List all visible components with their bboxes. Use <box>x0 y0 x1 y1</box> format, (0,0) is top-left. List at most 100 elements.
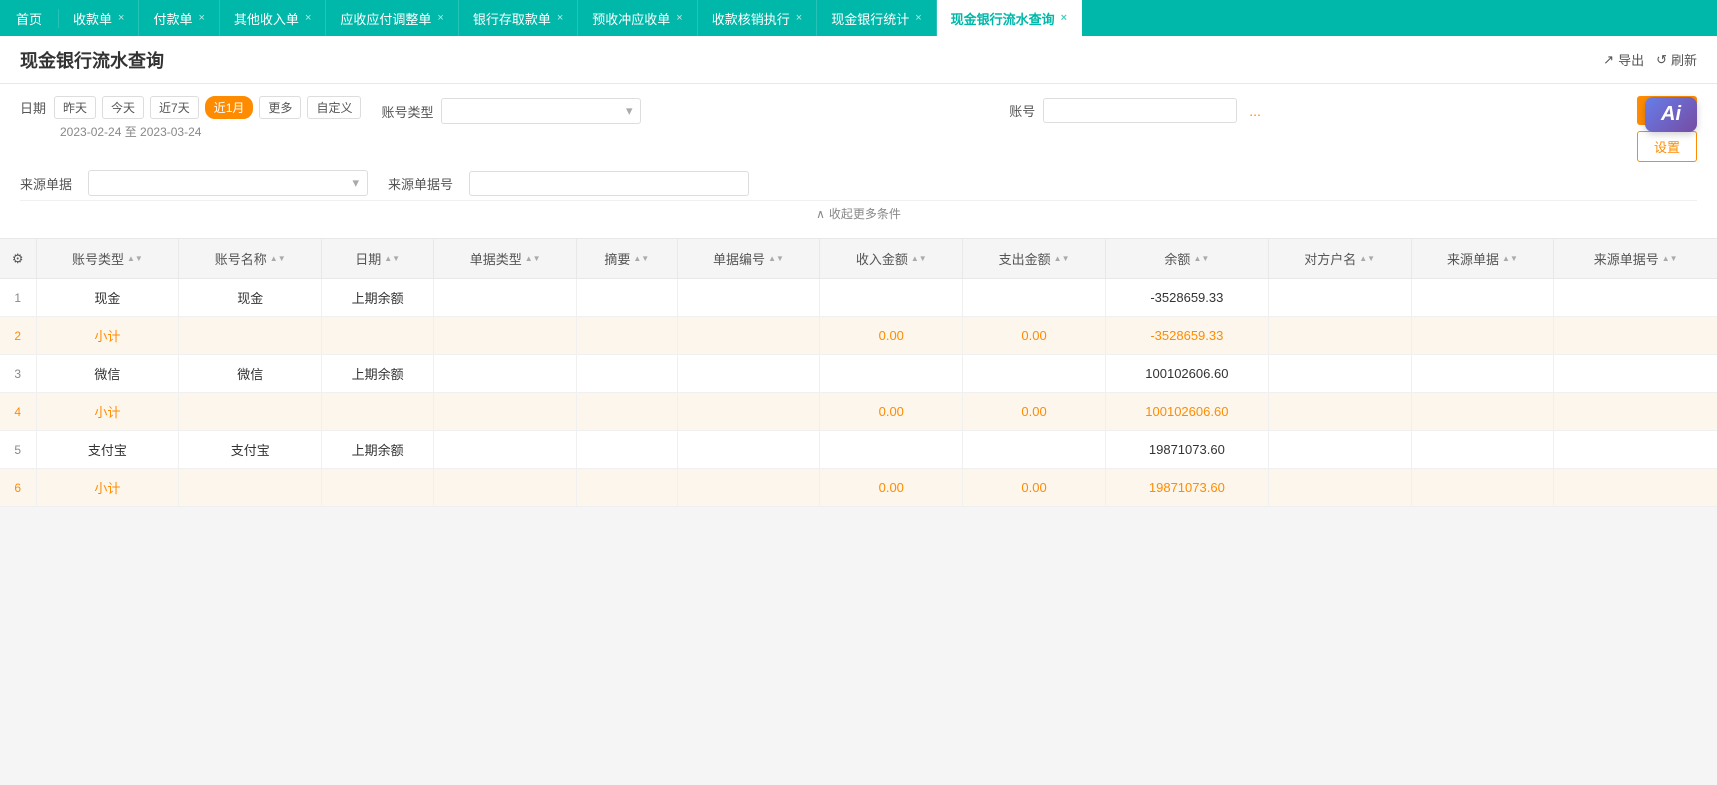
table-cell <box>1411 393 1554 431</box>
close-icon[interactable]: × <box>557 12 563 24</box>
date-range-display: 2023-02-24 至 2023-03-24 <box>60 125 201 139</box>
account-type-select[interactable]: ▾ <box>441 98 641 124</box>
table-cell <box>322 469 434 507</box>
close-icon[interactable]: × <box>305 12 311 24</box>
table-cell <box>179 469 322 507</box>
date-btn-more[interactable]: 更多 <box>259 96 301 119</box>
table-cell: -3528659.33 <box>1105 279 1268 317</box>
close-icon[interactable]: × <box>437 12 443 24</box>
refresh-icon: ↺ <box>1656 52 1667 68</box>
table-cell: 5 <box>0 431 36 469</box>
sort-icon[interactable]: ▲▼ <box>1359 255 1375 263</box>
close-icon[interactable]: × <box>198 12 204 24</box>
close-icon[interactable]: × <box>1061 12 1067 24</box>
table-row[interactable]: 1现金现金上期余额-3528659.33 <box>0 279 1717 317</box>
date-btn-1month[interactable]: 近1月 <box>205 96 254 119</box>
gear-icon[interactable]: ⚙ <box>12 251 24 266</box>
th-source-doc: 来源单据 ▲▼ <box>1411 239 1554 279</box>
table-cell: 支付宝 <box>36 431 179 469</box>
table-cell <box>1411 279 1554 317</box>
ai-badge[interactable]: Ai <box>1645 97 1697 132</box>
table-cell <box>1411 469 1554 507</box>
table-cell: 上期余额 <box>322 355 434 393</box>
table-header-row: ⚙ 账号类型 ▲▼ 账号名称 ▲▼ 日期 <box>0 239 1717 279</box>
date-btn-7days[interactable]: 近7天 <box>150 96 199 119</box>
sort-icon[interactable]: ▲▼ <box>384 255 400 263</box>
sort-icon[interactable]: ▲▼ <box>911 255 927 263</box>
table-cell: 小计 <box>36 469 179 507</box>
account-input[interactable] <box>1043 98 1237 123</box>
table-row[interactable]: 4小计0.000.00100102606.60 <box>0 393 1717 431</box>
source-doc-no-input[interactable] <box>469 171 749 196</box>
nav-item-label: 其他收入单 <box>234 9 299 28</box>
refresh-button[interactable]: ↺ 刷新 <box>1656 50 1697 69</box>
nav-home[interactable]: 首页 <box>0 9 59 28</box>
table-cell: 微信 <box>36 355 179 393</box>
table-row[interactable]: 6小计0.000.0019871073.60 <box>0 469 1717 507</box>
sort-icon[interactable]: ▲▼ <box>1054 255 1070 263</box>
settings-button[interactable]: 设置 <box>1637 131 1697 162</box>
table-cell: 3 <box>0 355 36 393</box>
close-icon[interactable]: × <box>796 12 802 24</box>
close-icon[interactable]: × <box>676 12 682 24</box>
nav-item-prepay[interactable]: 预收冲应收单 × <box>578 0 697 36</box>
table-row[interactable]: 2小计0.000.00-3528659.33 <box>0 317 1717 355</box>
table-cell <box>577 355 678 393</box>
table-cell: 19871073.60 <box>1105 431 1268 469</box>
table-cell: 0.00 <box>820 393 963 431</box>
close-icon[interactable]: × <box>915 12 921 24</box>
dots-button[interactable]: ... <box>1245 103 1265 119</box>
collapse-bar[interactable]: ∧ 收起更多条件 <box>20 200 1697 226</box>
nav-item-stats[interactable]: 现金银行统计 × <box>817 0 936 36</box>
source-doc-label: 来源单据 <box>20 174 72 193</box>
sort-icon[interactable]: ▲▼ <box>1662 255 1678 263</box>
source-doc-no-label: 来源单据号 <box>388 174 453 193</box>
date-btn-today[interactable]: 今天 <box>102 96 144 119</box>
export-icon: ↗ <box>1603 52 1614 68</box>
date-btn-custom[interactable]: 自定义 <box>307 96 361 119</box>
date-label: 日期 <box>20 98 46 117</box>
sort-icon[interactable]: ▲▼ <box>127 255 143 263</box>
table-cell: 小计 <box>36 393 179 431</box>
sort-icon[interactable]: ▲▼ <box>1502 255 1518 263</box>
table-cell <box>1268 469 1411 507</box>
nav-item-adjust[interactable]: 应收应付调整单 × <box>326 0 458 36</box>
table-cell: 现金 <box>36 279 179 317</box>
table-cell: 4 <box>0 393 36 431</box>
table-cell: 19871073.60 <box>1105 469 1268 507</box>
source-doc-select[interactable]: ▾ <box>88 170 368 196</box>
th-doc-no: 单据编号 ▲▼ <box>677 239 820 279</box>
table-cell <box>1554 279 1717 317</box>
export-button[interactable]: ↗ 导出 <box>1603 50 1644 69</box>
nav-item-label: 现金银行统计 <box>831 9 909 28</box>
table-cell <box>577 317 678 355</box>
th-summary: 摘要 ▲▼ <box>577 239 678 279</box>
nav-item-flow-query[interactable]: 现金银行流水查询 × <box>937 0 1082 36</box>
table-cell: 0.00 <box>963 317 1106 355</box>
nav-item-other-income[interactable]: 其他收入单 × <box>220 0 326 36</box>
table-row[interactable]: 5支付宝支付宝上期余额19871073.60 <box>0 431 1717 469</box>
nav-item-verify[interactable]: 收款核销执行 × <box>698 0 817 36</box>
sort-icon[interactable]: ▲▼ <box>768 255 784 263</box>
nav-item-label: 预收冲应收单 <box>592 9 670 28</box>
table-cell <box>434 279 577 317</box>
chevron-down-icon: ▾ <box>626 103 633 119</box>
table-cell: 上期余额 <box>322 431 434 469</box>
table-cell <box>677 355 820 393</box>
chevron-down-icon: ▾ <box>352 175 359 191</box>
nav-item-fukuan[interactable]: 付款单 × <box>139 0 219 36</box>
sort-icon[interactable]: ▲▼ <box>525 255 541 263</box>
nav-item-shoukuan[interactable]: 收款单 × <box>59 0 139 36</box>
sort-icon[interactable]: ▲▼ <box>1193 255 1209 263</box>
date-btn-yesterday[interactable]: 昨天 <box>54 96 96 119</box>
table-cell: 6 <box>0 469 36 507</box>
table-cell <box>677 469 820 507</box>
sort-icon[interactable]: ▲▼ <box>633 255 649 263</box>
table-row[interactable]: 3微信微信上期余额100102606.60 <box>0 355 1717 393</box>
close-icon[interactable]: × <box>118 12 124 24</box>
table-cell <box>963 431 1106 469</box>
nav-item-bank[interactable]: 银行存取款单 × <box>459 0 578 36</box>
sort-icon[interactable]: ▲▼ <box>270 255 286 263</box>
header-actions: ↗ 导出 ↺ 刷新 <box>1603 50 1697 69</box>
account-label: 账号 <box>1009 101 1035 120</box>
